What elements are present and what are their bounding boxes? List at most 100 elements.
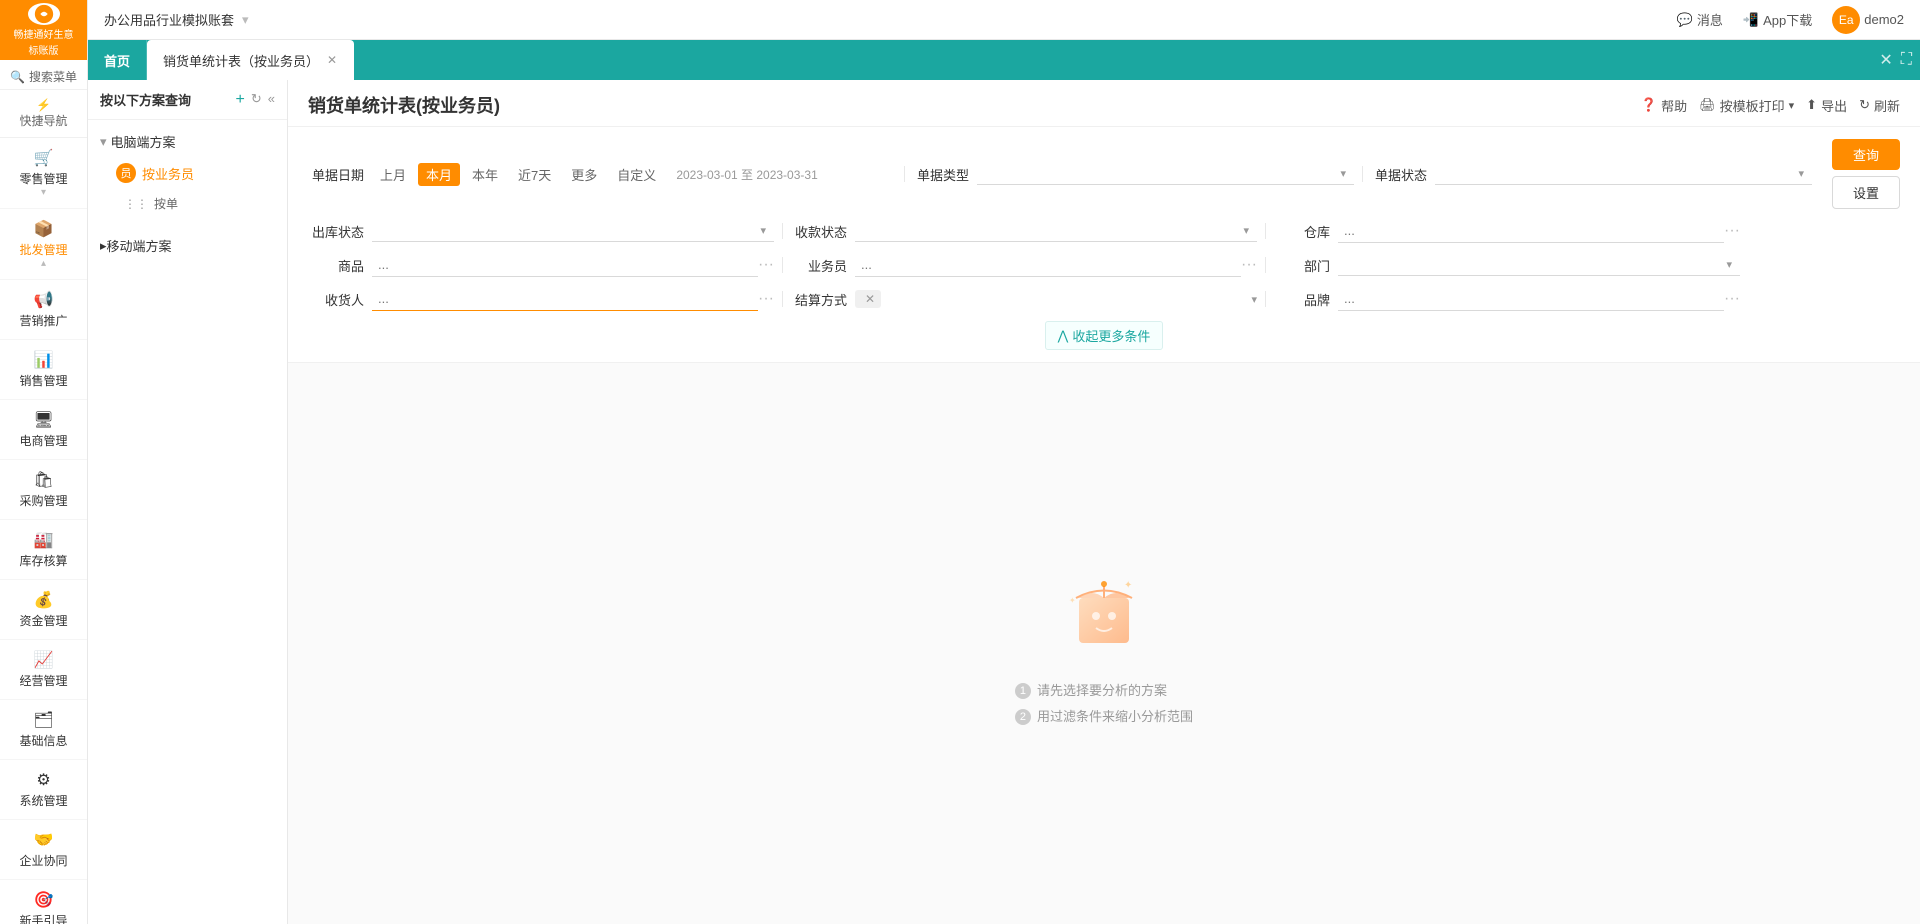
tip-text-2: 用过滤条件来缩小分析范围: [1037, 704, 1193, 730]
left-panel-header: 按以下方案查询 + ↻ «: [88, 80, 287, 120]
tab-sales-stat[interactable]: 销货单统计表（按业务员） ✕: [147, 40, 354, 80]
brand-label: 品牌: [1274, 290, 1330, 309]
ecommerce-label: 电商管理: [19, 432, 67, 449]
page-actions: ❓ 帮助 🖨 按模板打印 ▾ ⬆ 导出 ↻ 刷新: [1641, 96, 1900, 115]
mobile-group-label: 移动端方案: [107, 236, 172, 255]
print-label: 按模板打印: [1720, 96, 1785, 115]
enterprise-label: 企业协同: [19, 852, 67, 869]
wholesale-icon: 📦: [34, 219, 54, 239]
left-panel-title: 按以下方案查询: [100, 90, 191, 109]
doc-status-filter: 单据状态 ▾: [1371, 163, 1812, 185]
settlement-clear-btn[interactable]: ✕: [865, 292, 875, 306]
payment-status-chevron: ▾: [1243, 224, 1249, 237]
sidebar-item-enterprise[interactable]: 🤝 企业协同: [0, 820, 87, 880]
collapse-row: ⋀ 收起更多条件: [308, 321, 1900, 350]
retail-arrow: ▾: [41, 187, 46, 198]
receiver-dots[interactable]: ···: [758, 290, 774, 308]
date-this-month[interactable]: 本月: [418, 163, 460, 186]
purchase-icon: 🛍: [33, 470, 53, 490]
print-btn[interactable]: 🖨 按模板打印 ▾: [1699, 96, 1794, 115]
doc-status-label: 单据状态: [1371, 165, 1427, 184]
sidebar-item-purchase[interactable]: 🛍 采购管理: [0, 460, 87, 520]
mobile-group-header[interactable]: ▸ 移动端方案: [88, 230, 287, 261]
warehouse-input[interactable]: [1338, 219, 1724, 243]
tab-close-btn[interactable]: ✕: [327, 53, 337, 67]
shortcut-label: 快捷导航: [19, 112, 67, 129]
scheme-salesperson-label: 按业务员: [142, 164, 194, 183]
collapse-icon: ⋀: [1058, 328, 1069, 344]
sidebar-item-inventory[interactable]: 🏭 库存核算: [0, 520, 87, 580]
search-icon: 🔍: [10, 70, 25, 84]
department-chevron: ▾: [1726, 258, 1732, 271]
tab-sales-stat-label: 销货单统计表（按业务员）: [163, 51, 319, 70]
desktop-group-header[interactable]: ▾ 电脑端方案: [88, 126, 287, 157]
sidebar: 畅捷通好生意 标账版 🔍 搜索菜单 ⚡ 快捷导航 🛒 零售管理 ▾ 📦 批发管理…: [0, 0, 88, 924]
app-download-btn[interactable]: 📲 App下载: [1743, 10, 1812, 29]
help-btn[interactable]: ❓ 帮助: [1641, 96, 1687, 115]
sep4: [1265, 223, 1266, 239]
finance-label: 资金管理: [19, 612, 67, 629]
tab-close-window-btn[interactable]: ✕: [1879, 50, 1892, 70]
department-select[interactable]: ▾: [1338, 254, 1740, 276]
date-custom[interactable]: 自定义: [609, 163, 664, 186]
message-btn[interactable]: 💬 消息: [1677, 10, 1723, 29]
setting-button[interactable]: 设置: [1832, 176, 1900, 209]
collapse-btn[interactable]: ⋀ 收起更多条件: [1045, 321, 1164, 350]
date-more[interactable]: 更多: [563, 163, 605, 186]
retail-icon: 🛒: [34, 148, 54, 168]
salesperson-input[interactable]: [855, 253, 1241, 277]
refresh-btn[interactable]: ↻ 刷新: [1859, 96, 1900, 115]
sidebar-item-retail[interactable]: 🛒 零售管理 ▾: [0, 138, 87, 209]
department-filter: 部门 ▾: [1274, 254, 1740, 276]
receiver-input[interactable]: [372, 287, 758, 311]
out-status-label: 出库状态: [308, 222, 364, 241]
warehouse-dots[interactable]: ···: [1724, 222, 1740, 240]
sidebar-search[interactable]: 🔍 搜索菜单: [0, 60, 87, 90]
date-prev-month[interactable]: 上月: [372, 163, 414, 186]
newuser-label: 新手引导: [19, 912, 67, 924]
refresh-scheme-btn[interactable]: ↻: [251, 91, 262, 109]
user-area[interactable]: Ea demo2: [1832, 6, 1904, 34]
collapse-panel-btn[interactable]: «: [268, 91, 275, 109]
add-scheme-btn[interactable]: +: [236, 91, 245, 109]
basic-label: 基础信息: [19, 732, 67, 749]
inventory-icon: 🏭: [34, 530, 54, 550]
export-label: 导出: [1821, 96, 1847, 115]
tab-home[interactable]: 首页: [88, 40, 147, 80]
message-icon: 💬: [1677, 12, 1693, 28]
sidebar-item-sales[interactable]: 📊 销售管理: [0, 340, 87, 400]
payment-status-select[interactable]: ▾: [855, 220, 1257, 242]
sidebar-item-marketing[interactable]: 📢 营销推广: [0, 280, 87, 340]
doc-status-select[interactable]: ▾: [1435, 163, 1812, 185]
sidebar-item-finance[interactable]: 💰 资金管理: [0, 580, 87, 640]
goods-dots[interactable]: ···: [758, 256, 774, 274]
receiver-filter: 收货人 ···: [308, 287, 774, 311]
marketing-label: 营销推广: [19, 312, 67, 329]
sep2: [1362, 166, 1363, 182]
export-btn[interactable]: ⬆ 导出: [1806, 96, 1847, 115]
date-last7[interactable]: 近7天: [510, 163, 559, 186]
marketing-icon: 📢: [34, 290, 54, 310]
sidebar-item-system[interactable]: ⚙ 系统管理: [0, 760, 87, 820]
goods-input[interactable]: [372, 253, 758, 277]
date-this-year[interactable]: 本年: [464, 163, 506, 186]
out-status-select[interactable]: ▾: [372, 220, 774, 242]
sidebar-item-basic[interactable]: 🗂 基础信息: [0, 700, 87, 760]
sidebar-item-operation[interactable]: 📈 经营管理: [0, 640, 87, 700]
brand-dots[interactable]: ···: [1724, 290, 1740, 308]
sidebar-item-wholesale[interactable]: 📦 批发管理 ▴: [0, 209, 87, 280]
doc-type-select[interactable]: ▾: [977, 163, 1354, 185]
goods-label: 商品: [308, 256, 364, 275]
tab-maximize-btn[interactable]: ⛶: [1901, 51, 1912, 69]
svg-text:✦: ✦: [1124, 580, 1132, 591]
brand-input[interactable]: [1338, 287, 1724, 311]
scheme-item-salesperson[interactable]: 员 按业务员: [88, 157, 287, 189]
main-area: 办公用品行业模拟账套 ▾ 💬 消息 📲 App下载 Ea demo2 首页: [88, 0, 1920, 924]
sidebar-shortcut-nav[interactable]: ⚡ 快捷导航: [0, 90, 87, 138]
salesperson-dots[interactable]: ···: [1241, 256, 1257, 274]
sidebar-item-ecommerce[interactable]: 🖥 电商管理: [0, 400, 87, 460]
scheme-item-order[interactable]: ⋮⋮ 按单: [88, 189, 287, 218]
sidebar-item-newuser[interactable]: 🎯 新手引导: [0, 880, 87, 924]
query-button[interactable]: 查询: [1832, 139, 1900, 170]
empty-illustration: ✦ ✦: [1054, 558, 1154, 658]
